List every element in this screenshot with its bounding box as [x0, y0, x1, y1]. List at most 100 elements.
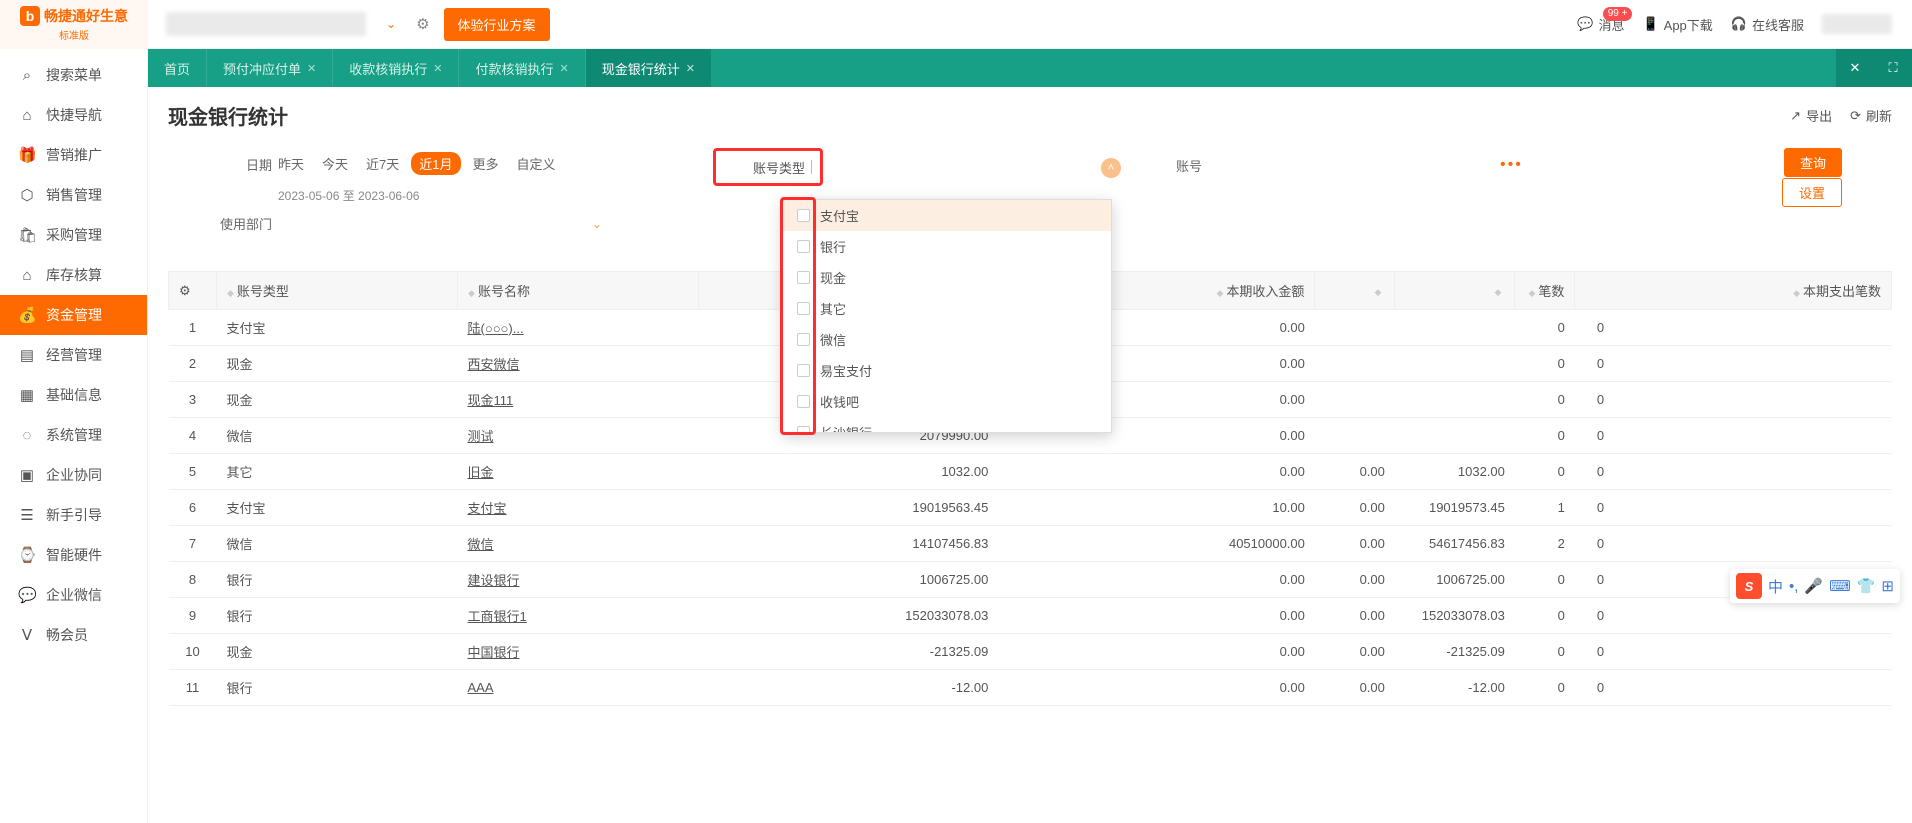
sidebar-funds[interactable]: 💰资金管理 [0, 295, 147, 335]
query-button[interactable]: 查询 [1784, 148, 1842, 177]
experience-plan-button[interactable]: 体验行业方案 [444, 8, 550, 41]
tab[interactable]: 预付冲应付单✕ [207, 49, 333, 87]
dropdown-item[interactable]: 现金 [783, 262, 1111, 293]
tab[interactable]: 收款核销执行✕ [333, 49, 459, 87]
checkbox[interactable] [797, 302, 810, 315]
dropdown-item[interactable]: 长沙银行 [783, 417, 1111, 432]
ime-toolbox-icon[interactable]: ⊞ [1881, 577, 1894, 595]
dropdown-item[interactable]: 微信 [783, 324, 1111, 355]
sidebar-purchase[interactable]: 🛍采购管理 [0, 215, 147, 255]
sort-icon[interactable]: ◆ [1374, 287, 1381, 297]
sidebar-wechat[interactable]: 💬企业微信 [0, 575, 147, 615]
ime-mic-icon[interactable]: 🎤 [1804, 577, 1823, 595]
date-chip[interactable]: 更多 [467, 152, 505, 175]
more-filters-icon[interactable]: ••• [1500, 156, 1523, 174]
account-type-collapse-icon[interactable]: ˄ [1101, 158, 1121, 178]
table-header-cell[interactable]: ◆ [1395, 272, 1515, 310]
sidebar-marketing[interactable]: 🎁营销推广 [0, 135, 147, 175]
org-dropdown-caret[interactable]: ⌄ [386, 17, 396, 31]
checkbox[interactable] [797, 333, 810, 346]
sidebar-enterprise[interactable]: ▣企业协同 [0, 455, 147, 495]
header-app-download[interactable]: 📱 App下载 [1642, 15, 1712, 34]
table-row: 6支付宝支付宝19019563.4510.000.0019019573.4510 [169, 490, 1892, 526]
date-chip[interactable]: 自定义 [511, 152, 562, 175]
sidebar-basic[interactable]: ▦基础信息 [0, 375, 147, 415]
ime-skin-icon[interactable]: 👕 [1857, 577, 1876, 595]
account-name-link[interactable]: 工商银行1 [468, 609, 527, 624]
tab[interactable]: 现金银行统计✕ [586, 49, 712, 87]
account-name-link[interactable]: 测试 [468, 429, 494, 444]
sidebar-inventory[interactable]: ⌂库存核算 [0, 255, 147, 295]
table-header-cell[interactable]: ◆账号名称 [458, 272, 699, 310]
sidebar-operation[interactable]: ▤经营管理 [0, 335, 147, 375]
date-chip[interactable]: 昨天 [272, 152, 310, 175]
tab-close-icon[interactable]: ✕ [686, 62, 695, 75]
table-header-cell[interactable]: ◆账号类型 [217, 272, 458, 310]
checkbox[interactable] [797, 271, 810, 284]
checkbox[interactable] [797, 209, 810, 222]
dropdown-item[interactable]: 其它 [783, 293, 1111, 324]
cell-col7: 152033078.03 [1395, 598, 1515, 634]
sidebar-guide[interactable]: ☰新手引导 [0, 495, 147, 535]
sort-icon[interactable]: ◆ [1793, 288, 1800, 298]
dropdown-item[interactable]: 易宝支付 [783, 355, 1111, 386]
tabs-close-all-button[interactable]: ✕ [1836, 49, 1874, 87]
dropdown-item[interactable]: 支付宝 [783, 200, 1111, 231]
checkbox[interactable] [797, 426, 810, 432]
sort-icon[interactable]: ◆ [1216, 288, 1223, 298]
sidebar-quicknav[interactable]: ⌂快捷导航 [0, 95, 147, 135]
dropdown-item[interactable]: 收钱吧 [783, 386, 1111, 417]
checkbox[interactable] [797, 395, 810, 408]
settings-button[interactable]: 设置 [1782, 178, 1842, 207]
ime-keyboard-icon[interactable]: ⌨ [1829, 577, 1851, 595]
account-name-link[interactable]: 支付宝 [468, 501, 507, 516]
tab-close-icon[interactable]: ✕ [307, 62, 316, 75]
table-header-cell[interactable]: ◆笔数 [1515, 272, 1575, 310]
sidebar-sales[interactable]: ⬡销售管理 [0, 175, 147, 215]
date-chip[interactable]: 近1月 [411, 152, 460, 175]
account-name-link[interactable]: 现金111 [468, 393, 514, 408]
dropdown-item[interactable]: 银行 [783, 231, 1111, 262]
header-online-service[interactable]: 🎧 在线客服 [1731, 15, 1804, 34]
export-button[interactable]: ↗ 导出 [1790, 106, 1832, 125]
account-name-link[interactable]: 中国银行 [468, 645, 520, 660]
sort-icon[interactable]: ◆ [468, 288, 475, 298]
date-chip[interactable]: 今天 [316, 152, 354, 175]
refresh-button[interactable]: ⟳ 刷新 [1850, 106, 1892, 125]
cell-account-name: 支付宝 [458, 490, 699, 526]
account-name-link[interactable]: 建设银行 [468, 573, 520, 588]
sort-icon[interactable]: ◆ [227, 288, 234, 298]
account-type-filter[interactable]: 账号类型 [713, 148, 823, 186]
sort-icon[interactable]: ◆ [1494, 287, 1501, 297]
tab[interactable]: 首页 [148, 49, 207, 87]
sidebar-system[interactable]: ◌系统管理 [0, 415, 147, 455]
sidebar-hardware[interactable]: ⌚智能硬件 [0, 535, 147, 575]
ime-logo-icon[interactable]: S [1736, 573, 1762, 599]
account-name-link[interactable]: 西安微信 [468, 357, 520, 372]
dept-dropdown-caret[interactable]: ⌄ [592, 217, 602, 231]
cell-account-type: 微信 [217, 526, 458, 562]
ime-lang-label[interactable]: 中 [1768, 576, 1783, 597]
account-name-link[interactable]: 陆(○○○)... [468, 321, 524, 336]
account-name-link[interactable]: 旧金 [468, 465, 494, 480]
fullscreen-button[interactable]: ⛶ [1874, 49, 1912, 87]
header-gear-icon[interactable]: ⚙ [416, 15, 429, 33]
table-header-cell[interactable]: ◆ [1315, 272, 1395, 310]
gear-icon[interactable]: ⚙ [179, 283, 191, 298]
checkbox[interactable] [797, 240, 810, 253]
account-name-link[interactable]: AAA [468, 680, 494, 695]
date-chip[interactable]: 近7天 [360, 152, 405, 175]
header-message[interactable]: 💬 消息 99 + [1577, 15, 1624, 34]
sort-icon[interactable]: ◆ [1528, 288, 1535, 298]
tab-close-icon[interactable]: ✕ [433, 62, 442, 75]
sidebar-member[interactable]: Ⅴ畅会员 [0, 615, 147, 655]
dropdown-scroll[interactable]: 支付宝银行现金其它微信易宝支付收钱吧长沙银行 [783, 200, 1111, 432]
tab[interactable]: 付款核销执行✕ [459, 49, 585, 87]
table-header-cell[interactable]: ◆本期支出笔数 [1575, 272, 1892, 310]
table-header-cell[interactable]: ⚙ [169, 272, 217, 310]
checkbox[interactable] [797, 364, 810, 377]
ime-punct-icon[interactable]: •, [1789, 578, 1798, 595]
sidebar-search[interactable]: ⌕搜索菜单 [0, 55, 147, 95]
account-name-link[interactable]: 微信 [468, 537, 494, 552]
tab-close-icon[interactable]: ✕ [560, 62, 569, 75]
